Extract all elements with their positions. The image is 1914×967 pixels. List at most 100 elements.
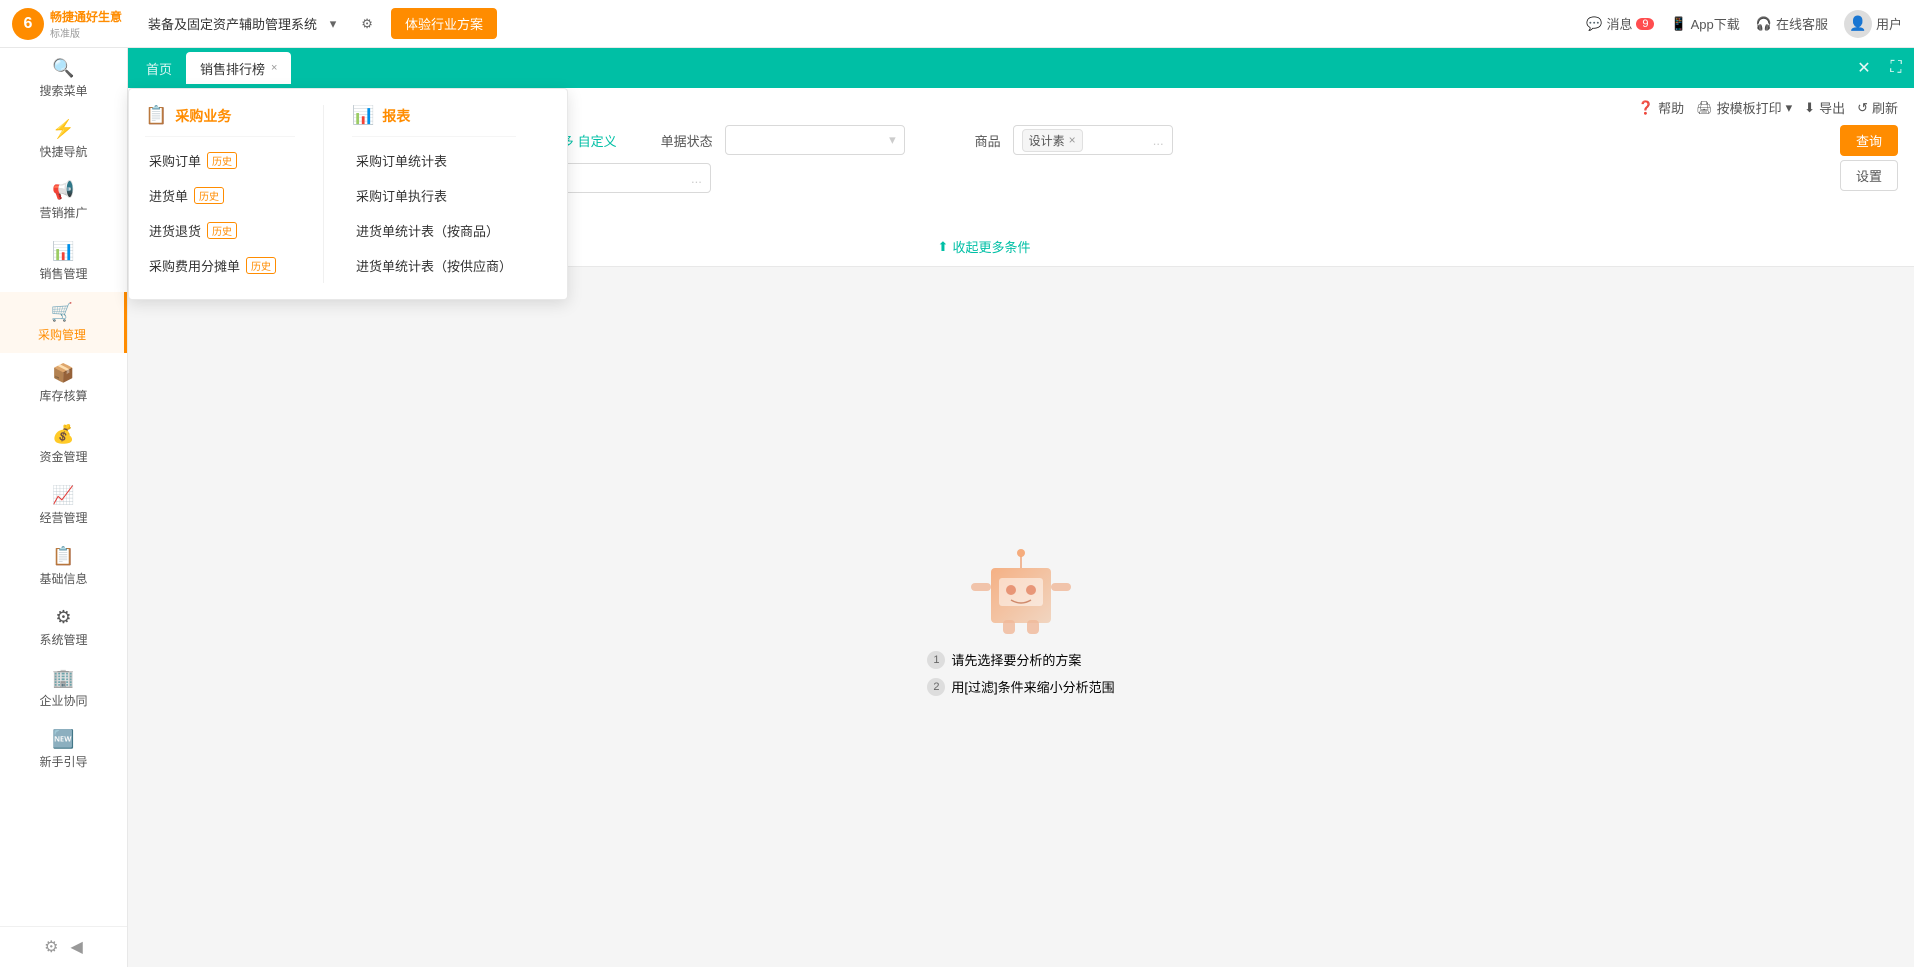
purchase-order-stat-label: 采购订单统计表 bbox=[356, 151, 447, 170]
sidebar-item-inventory[interactable]: 📦 库存核算 bbox=[0, 353, 127, 414]
solution-button[interactable]: 体验行业方案 bbox=[391, 8, 497, 39]
export-button[interactable]: ⬇ 导出 bbox=[1804, 98, 1845, 117]
title-dropdown-icon[interactable]: ▾ bbox=[325, 16, 341, 32]
sidebar-collapse-button[interactable]: ◀ bbox=[71, 937, 83, 957]
sidebar-item-search[interactable]: 🔍 搜索菜单 bbox=[0, 48, 127, 109]
logo-text: 畅捷通好生意 标准版 bbox=[50, 8, 122, 40]
sidebar-item-quick-nav[interactable]: ⚡ 快捷导航 bbox=[0, 109, 127, 170]
app-download-label: App下载 bbox=[1691, 14, 1740, 33]
incoming-hist[interactable]: 历史 bbox=[194, 187, 224, 204]
logo-area: 6 畅捷通好生意 标准版 bbox=[12, 8, 140, 40]
empty-step-2: 2 用[过滤]条件来缩小分析范围 bbox=[927, 677, 1114, 696]
purchase-header-text: 采购业务 bbox=[175, 106, 231, 126]
incoming-return-hist[interactable]: 历史 bbox=[207, 222, 237, 239]
step-2-num: 2 bbox=[927, 678, 945, 696]
phone-icon: 📱 bbox=[1670, 16, 1686, 32]
dropdown-report-col: 📊 报表 采购订单统计表 采购订单执行表 进货单统计表（按商品） 进货单统计表（… bbox=[352, 105, 516, 283]
purchase-order-exec-label: 采购订单执行表 bbox=[356, 186, 447, 205]
quick-nav-icon: ⚡ bbox=[52, 119, 74, 140]
export-icon: ⬇ bbox=[1804, 100, 1815, 116]
online-service-button[interactable]: 🎧 在线客服 bbox=[1756, 14, 1828, 33]
goods-more-dots[interactable]: ... bbox=[1153, 133, 1164, 148]
empty-illustration bbox=[961, 538, 1081, 638]
help-icon: ❓ bbox=[1638, 100, 1654, 116]
query-button[interactable]: 查询 bbox=[1840, 125, 1898, 156]
status-dropdown-icon: ▾ bbox=[889, 132, 896, 148]
dropdown-item-purchase-expense[interactable]: 采购费用分摊单 历史 bbox=[145, 248, 295, 283]
main-area: 🔍 搜索菜单 ⚡ 快捷导航 📢 营销推广 📊 销售管理 🛒 采购管理 📦 bbox=[0, 48, 1914, 967]
dropdown-item-purchase-order-exec[interactable]: 采购订单执行表 bbox=[352, 178, 516, 213]
step-2-text: 用[过滤]条件来缩小分析范围 bbox=[951, 677, 1114, 696]
settings-icon[interactable]: ⚙ bbox=[353, 10, 381, 38]
refresh-button[interactable]: ↺ 刷新 bbox=[1857, 98, 1898, 117]
dropdown-item-incoming[interactable]: 进货单 历史 bbox=[145, 178, 295, 213]
app-container: 6 畅捷通好生意 标准版 装备及固定资产辅助管理系统 ▾ ⚙ 体验行业方案 💬 … bbox=[0, 0, 1914, 967]
sidebar-label-quick-nav: 快捷导航 bbox=[39, 143, 87, 160]
sidebar-item-marketing[interactable]: 📢 营销推广 bbox=[0, 170, 127, 231]
shortcut-custom[interactable]: 自定义 bbox=[578, 131, 617, 150]
dropdown-item-incoming-return[interactable]: 进货退货 历史 bbox=[145, 213, 295, 248]
tab-maximize-icon[interactable]: ⛶ bbox=[1882, 54, 1910, 82]
sidebar-item-guide[interactable]: 🆕 新手引导 bbox=[0, 719, 127, 780]
sidebar-settings-button[interactable]: ⚙ bbox=[44, 937, 58, 957]
purchase-order-label: 采购订单 bbox=[149, 151, 201, 170]
user-button[interactable]: 👤 用户 bbox=[1844, 10, 1902, 38]
tab-sales-rank[interactable]: 销售排行榜 × bbox=[186, 52, 291, 84]
content-area: 首页 销售排行榜 × ✕ ⛶ ❓ bbox=[128, 48, 1914, 967]
salesman-more[interactable]: ... bbox=[691, 171, 702, 186]
sidebar-item-purchase[interactable]: 🛒 采购管理 bbox=[0, 292, 127, 353]
print-icon: 🖨 bbox=[1696, 100, 1713, 116]
incoming-stat-supplier-label: 进货单统计表（按供应商） bbox=[356, 256, 512, 275]
sidebar-label-search: 搜索菜单 bbox=[39, 82, 87, 99]
export-label: 导出 bbox=[1819, 98, 1845, 117]
online-service-label: 在线客服 bbox=[1776, 14, 1828, 33]
tab-close-icon[interactable]: × bbox=[271, 62, 277, 74]
sidebar-item-finance[interactable]: 💰 资金管理 bbox=[0, 414, 127, 475]
dropdown-purchase-header: 📋 采购业务 bbox=[145, 105, 295, 137]
tab-home[interactable]: 首页 bbox=[132, 52, 186, 84]
dropdown-separator bbox=[323, 105, 324, 283]
dropdown-item-incoming-stat-supplier[interactable]: 进货单统计表（按供应商） bbox=[352, 248, 516, 283]
top-bar: 6 畅捷通好生意 标准版 装备及固定资产辅助管理系统 ▾ ⚙ 体验行业方案 💬 … bbox=[0, 0, 1914, 48]
template-print-button[interactable]: 🖨 按模板打印 ▾ bbox=[1696, 98, 1792, 117]
help-button[interactable]: ❓ 帮助 bbox=[1638, 98, 1684, 117]
messages-label: 消息 bbox=[1606, 14, 1632, 33]
sidebar-item-sales[interactable]: 📊 销售管理 bbox=[0, 231, 127, 292]
app-download-button[interactable]: 📱 App下载 bbox=[1670, 14, 1739, 33]
operations-icon: 📈 bbox=[52, 485, 74, 506]
dropdown-item-purchase-order-stat[interactable]: 采购订单统计表 bbox=[352, 143, 516, 178]
purchase-expense-hist[interactable]: 历史 bbox=[246, 257, 276, 274]
sidebar-item-enterprise[interactable]: 🏢 企业协同 bbox=[0, 658, 127, 719]
sidebar-item-system[interactable]: ⚙ 系统管理 bbox=[0, 597, 127, 658]
messages-badge: 9 bbox=[1636, 18, 1654, 30]
refresh-icon: ↺ bbox=[1857, 100, 1868, 116]
sidebar-item-operations[interactable]: 📈 经营管理 bbox=[0, 475, 127, 536]
empty-state: 1 请先选择要分析的方案 2 用[过滤]条件来缩小分析范围 bbox=[128, 267, 1914, 967]
purchase-order-hist[interactable]: 历史 bbox=[207, 152, 237, 169]
report-header-icon: 📊 bbox=[352, 105, 374, 126]
sidebar-label-guide: 新手引导 bbox=[39, 753, 87, 770]
status-filter-input[interactable]: ▾ bbox=[725, 125, 905, 155]
incoming-stat-goods-label: 进货单统计表（按商品） bbox=[356, 221, 499, 240]
tab-close-all-icon[interactable]: ✕ bbox=[1850, 54, 1878, 82]
sidebar-item-basic[interactable]: 📋 基础信息 bbox=[0, 536, 127, 597]
goods-tag-close[interactable]: × bbox=[1069, 133, 1076, 147]
dropdown-item-incoming-stat-goods[interactable]: 进货单统计表（按商品） bbox=[352, 213, 516, 248]
sales-icon: 📊 bbox=[52, 241, 74, 262]
tab-bar: 首页 销售排行榜 × ✕ ⛶ bbox=[128, 48, 1914, 88]
enterprise-icon: 🏢 bbox=[52, 668, 74, 689]
step-1-num: 1 bbox=[927, 651, 945, 669]
headset-icon: 🎧 bbox=[1756, 16, 1772, 32]
finance-icon: 💰 bbox=[52, 424, 74, 445]
guide-icon: 🆕 bbox=[52, 729, 74, 750]
tab-sales-rank-label: 销售排行榜 bbox=[200, 59, 265, 78]
set-button[interactable]: 设置 bbox=[1840, 160, 1898, 191]
goods-filter-input[interactable]: 设计素 × ... bbox=[1013, 125, 1173, 155]
dropdown-item-purchase-order[interactable]: 采购订单 历史 bbox=[145, 143, 295, 178]
incoming-return-label: 进货退货 bbox=[149, 221, 201, 240]
messages-button[interactable]: 💬 消息 9 bbox=[1586, 14, 1654, 33]
empty-step-1: 1 请先选择要分析的方案 bbox=[927, 650, 1114, 669]
action-buttons: 查询 设置 bbox=[1840, 125, 1898, 191]
empty-instructions: 1 请先选择要分析的方案 2 用[过滤]条件来缩小分析范围 bbox=[927, 650, 1114, 696]
print-dropdown-icon: ▾ bbox=[1786, 100, 1793, 116]
